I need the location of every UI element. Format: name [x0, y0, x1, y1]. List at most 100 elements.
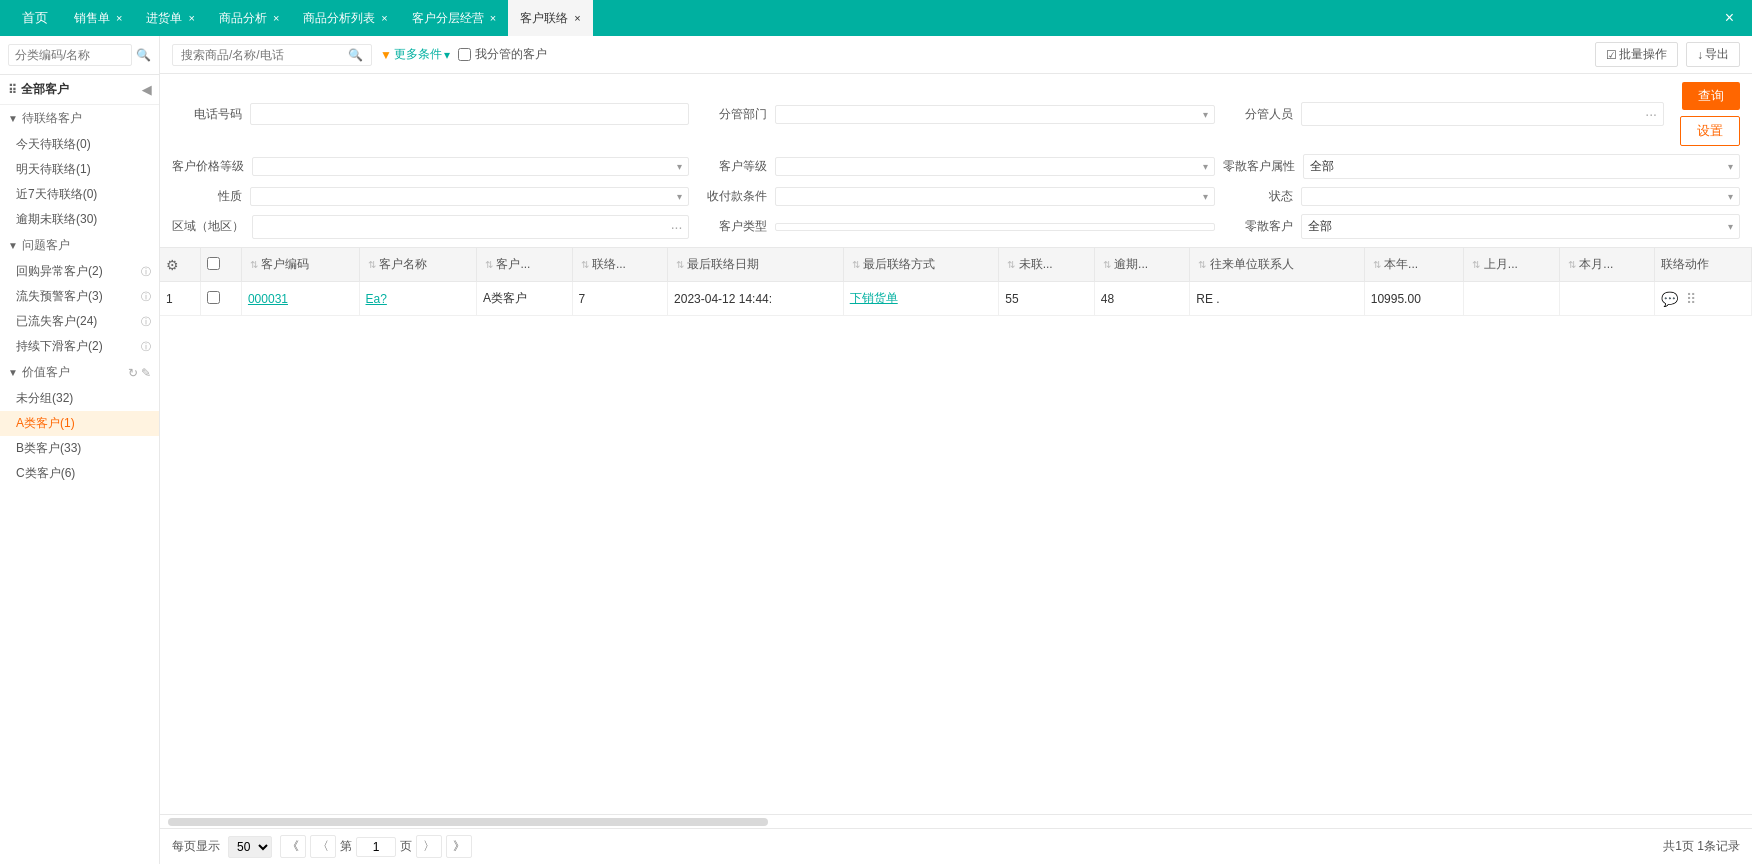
tab-customer-tier[interactable]: 客户分层经营 × [400, 0, 508, 36]
content-area: 🔍 ▼ 更多条件 ▾ 我分管的客户 ☑ 批量操作 ↓ 导出 [160, 36, 1752, 864]
value-arrow-icon: ▼ [8, 367, 18, 378]
col-last-date-header: ⇅ 最后联络日期 [668, 248, 844, 282]
prev-page-button[interactable]: 〈 [310, 835, 336, 858]
sidebar-item-repurchase[interactable]: 回购异常客户(2) ⓘ [0, 259, 159, 284]
region-select[interactable]: ··· [252, 215, 689, 239]
row-last-date: 2023-04-12 14:44: [668, 282, 844, 316]
row-code[interactable]: 000031 [241, 282, 359, 316]
sidebar-item-a-class[interactable]: A类客户(1) [0, 411, 159, 436]
qr-action-icon[interactable]: ⠿ [1686, 291, 1696, 307]
filter-search-container: 🔍 [172, 44, 372, 66]
batch-ops-button[interactable]: ☑ 批量操作 [1595, 42, 1678, 67]
row-this-month [1559, 282, 1654, 316]
col-no-contact-header: ⇅ 未联... [999, 248, 1094, 282]
sidebar-item-unclassified[interactable]: 未分组(32) [0, 386, 159, 411]
sidebar-item-b-class[interactable]: B类客户(33) [0, 436, 159, 461]
retail-attr-select[interactable]: 全部 ▾ [1303, 154, 1740, 179]
query-button[interactable]: 查询 [1682, 82, 1740, 110]
retail-customer-select[interactable]: 全部 ▾ [1301, 214, 1740, 239]
page-number-input[interactable] [356, 837, 396, 857]
tab-purchase[interactable]: 进货单 × [134, 0, 206, 36]
close-customer-tier-tab[interactable]: × [490, 12, 496, 24]
sidebar-item-churn-warning[interactable]: 流失预警客户(3) ⓘ [0, 284, 159, 309]
sort-icon-this-month: ⇅ [1568, 259, 1576, 270]
info-icon-repurchase: ⓘ [141, 265, 151, 279]
payment-select[interactable]: ▾ [775, 187, 1214, 206]
col-this-month-header: ⇅ 本月... [1559, 248, 1654, 282]
set-button[interactable]: 设置 [1680, 116, 1740, 146]
row-name[interactable]: Ea? [359, 282, 477, 316]
tab-analysis[interactable]: 商品分析 × [207, 0, 291, 36]
sidebar-item-tomorrow[interactable]: 明天待联络(1) [0, 157, 159, 182]
row-last-method[interactable]: 下销货单 [843, 282, 999, 316]
page-size-select[interactable]: 50 [228, 836, 272, 858]
phone-input[interactable] [250, 103, 689, 125]
status-select[interactable]: ▾ [1301, 187, 1740, 206]
nature-select[interactable]: ▾ [250, 187, 689, 206]
value-customers-group[interactable]: ▼ 价值客户 ↻ ✎ [0, 359, 159, 386]
tab-sales[interactable]: 销售单 × [62, 0, 134, 36]
sidebar-item-churned[interactable]: 已流失客户(24) ⓘ [0, 309, 159, 334]
price-grade-select[interactable]: ▾ [252, 157, 689, 176]
scroll-thumb[interactable] [168, 818, 768, 826]
first-page-button[interactable]: 《 [280, 835, 306, 858]
customer-grade-select[interactable]: ▾ [775, 157, 1214, 176]
retail-customer-value: 全部 [1308, 218, 1332, 235]
row-type: A类客户 [477, 282, 572, 316]
customer-type-select[interactable] [775, 223, 1214, 231]
dept-select[interactable]: ▾ [775, 105, 1214, 124]
nature-label: 性质 [172, 188, 242, 205]
close-analysis-tab[interactable]: × [273, 12, 279, 24]
page-label: 第 [340, 838, 352, 855]
row-overdue: 48 [1094, 282, 1189, 316]
sidebar-search-input[interactable] [8, 44, 132, 66]
person-select[interactable]: ··· [1301, 102, 1664, 126]
row-checkbox[interactable] [207, 291, 220, 304]
close-purchase-tab[interactable]: × [188, 12, 194, 24]
export-icon: ↓ [1697, 48, 1703, 62]
value-group-icons[interactable]: ↻ ✎ [128, 366, 151, 380]
next-page-button[interactable]: 〉 [416, 835, 442, 858]
col-unit-contact-header: ⇅ 往来单位联系人 [1190, 248, 1365, 282]
select-all-checkbox[interactable] [207, 257, 220, 270]
my-customers-checkbox[interactable] [458, 48, 471, 61]
pagination: 《 〈 第 页 〉 》 [280, 835, 472, 858]
last-page-button[interactable]: 》 [446, 835, 472, 858]
close-customer-contact-tab[interactable]: × [574, 12, 580, 24]
more-filters-button[interactable]: ▼ 更多条件 ▾ [380, 46, 450, 63]
sidebar-item-today[interactable]: 今天待联络(0) [0, 132, 159, 157]
filter-search-input[interactable] [181, 48, 344, 62]
row-actions: 💬 ⠿ [1655, 282, 1752, 316]
filter-icon: ▼ [380, 48, 392, 62]
table-footer: 每页显示 50 《 〈 第 页 〉 》 共1页 1条记录 [160, 828, 1752, 864]
info-icon-churn: ⓘ [141, 290, 151, 304]
filter-bar: 🔍 ▼ 更多条件 ▾ 我分管的客户 ☑ 批量操作 ↓ 导出 [160, 36, 1752, 74]
customer-grade-label: 客户等级 [697, 158, 767, 175]
horizontal-scrollbar[interactable] [160, 814, 1752, 828]
close-analysis-list-tab[interactable]: × [381, 12, 387, 24]
tab-analysis-list[interactable]: 商品分析列表 × [291, 0, 399, 36]
filter-search-icon[interactable]: 🔍 [348, 48, 363, 62]
problem-customers-label: 问题客户 [22, 237, 70, 254]
sidebar-collapse-button[interactable]: ◀ [142, 83, 151, 97]
sort-icon-date: ⇅ [676, 259, 684, 270]
customer-table: ⚙ ⇅ 客户编码 ⇅ 客户名称 [160, 248, 1752, 316]
chat-action-icon[interactable]: 💬 [1661, 291, 1678, 307]
home-tab[interactable]: 首页 [8, 0, 62, 36]
window-close-button[interactable]: × [1715, 9, 1744, 27]
last-method-link[interactable]: 下销货单 [850, 291, 898, 305]
close-sales-tab[interactable]: × [116, 12, 122, 24]
filter-row-person: 分管人员 ··· 查询 设置 [1223, 82, 1740, 146]
pending-contact-group[interactable]: ▼ 待联络客户 [0, 105, 159, 132]
sidebar-item-7days[interactable]: 近7天待联络(0) [0, 182, 159, 207]
sidebar-item-declining[interactable]: 持续下滑客户(2) ⓘ [0, 334, 159, 359]
problem-customers-group[interactable]: ▼ 问题客户 [0, 232, 159, 259]
sidebar-item-c-class[interactable]: C类客户(6) [0, 461, 159, 486]
filter-row-price-grade: 客户价格等级 ▾ [172, 154, 689, 179]
export-button[interactable]: ↓ 导出 [1686, 42, 1740, 67]
sidebar-search-icon[interactable]: 🔍 [136, 48, 151, 62]
filter-row-status: 状态 ▾ [1223, 187, 1740, 206]
tab-customer-contact[interactable]: 客户联络 × [508, 0, 592, 36]
sidebar-item-overdue[interactable]: 逾期未联络(30) [0, 207, 159, 232]
column-settings-icon[interactable]: ⚙ [166, 257, 179, 273]
